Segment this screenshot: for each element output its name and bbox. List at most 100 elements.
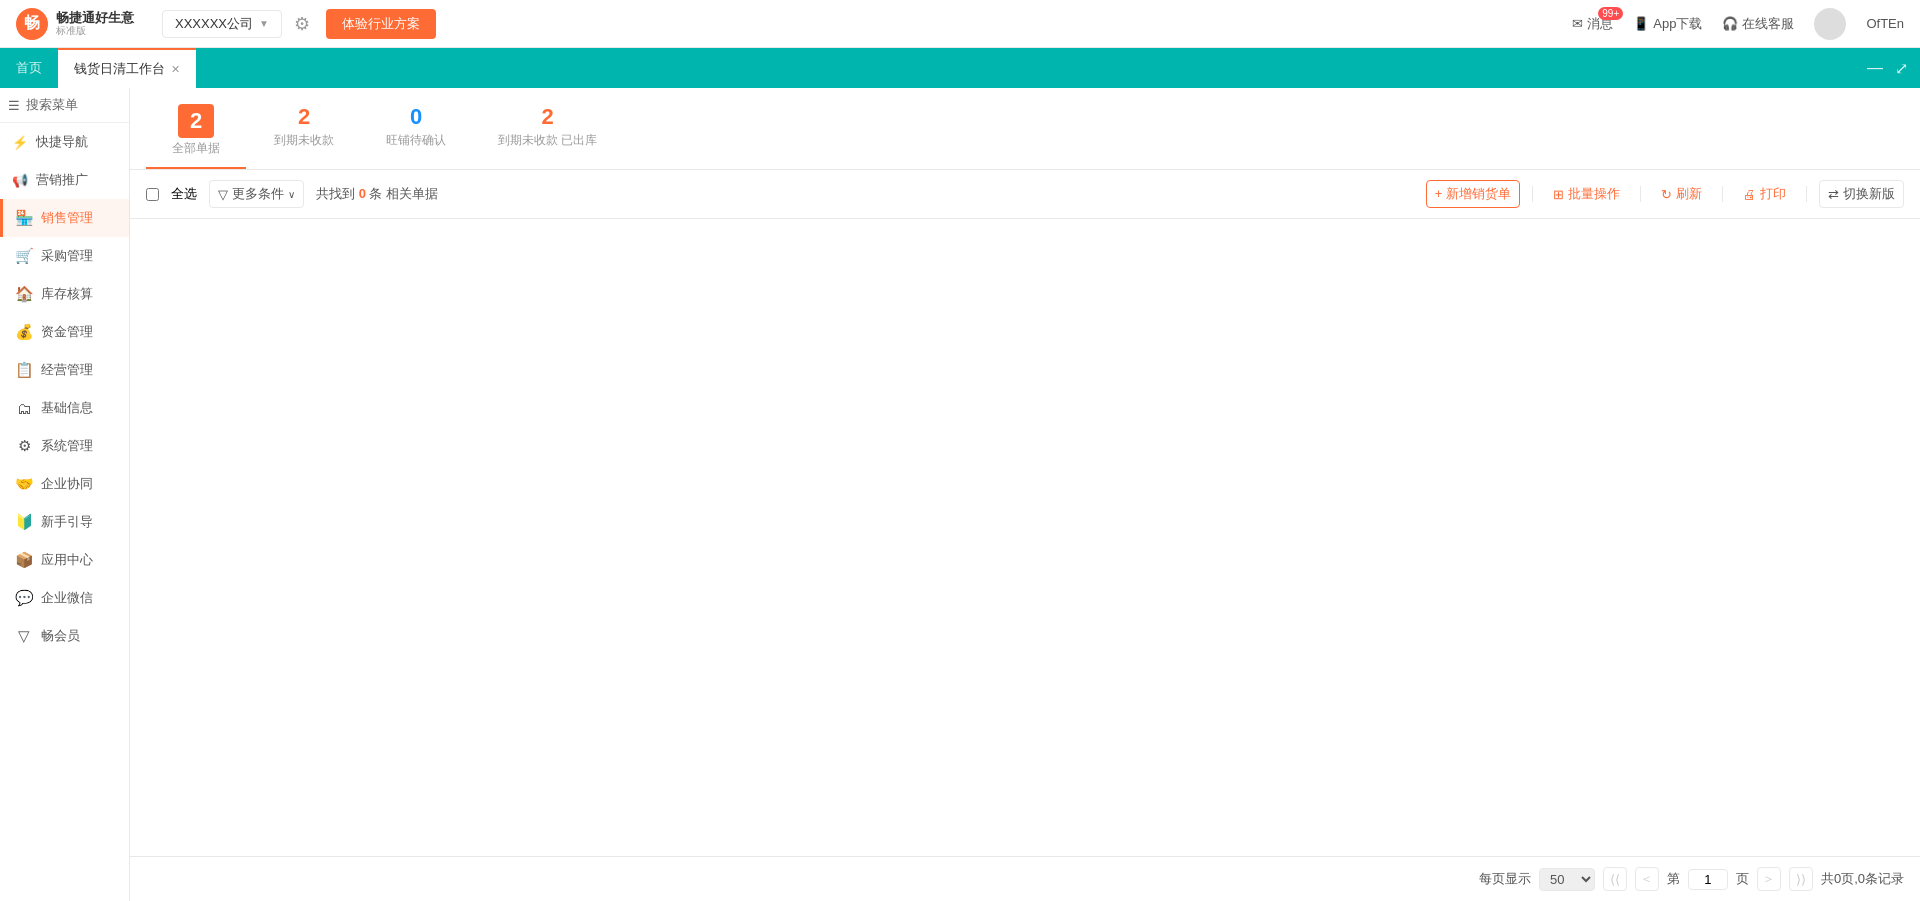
member-icon: ▽ (15, 627, 33, 645)
top-header: 畅 畅捷通好生意 标准版 XXXXXX公司 ▼ ⚙ 体验行业方案 ✉ 消息 99… (0, 0, 1920, 48)
sidebar-item-operation[interactable]: 📋 经营管理 (0, 351, 129, 389)
found-count: 0 (359, 186, 366, 201)
finance-icon: 💰 (15, 323, 33, 341)
switch-version-button[interactable]: ⇄ 切换新版 (1819, 180, 1904, 208)
service-label: 在线客服 (1742, 15, 1794, 33)
stat-number-overdue-out: 2 (542, 104, 554, 130)
toolbar: 全选 ▽ 更多条件 ∨ 共找到 0 条 相关单据 + 新增销货单 ⊞ 批量操作 (130, 170, 1920, 219)
last-page-button[interactable]: ⟩⟩ (1789, 867, 1813, 891)
toolbar-right: + 新增销货单 ⊞ 批量操作 ↻ 刷新 🖨 打印 (1426, 180, 1904, 208)
message-icon: ✉ (1572, 16, 1583, 31)
trial-button[interactable]: 体验行业方案 (326, 9, 436, 39)
tab-home[interactable]: 首页 (0, 48, 58, 88)
filter-icon: ▽ (218, 187, 228, 202)
page-label: 第 (1667, 870, 1680, 888)
stat-number-overdue: 2 (298, 104, 310, 130)
stat-number-all: 2 (190, 108, 202, 133)
stat-tab-all[interactable]: 2 全部单据 (146, 96, 246, 169)
user-name: OfTEn (1866, 16, 1904, 31)
table-area (130, 219, 1920, 856)
filter-arrow-icon: ∨ (288, 189, 295, 200)
search-icon: ☰ (8, 98, 20, 113)
found-text: 共找到 0 条 相关单据 (316, 185, 438, 203)
message-badge: 99+ (1598, 7, 1623, 20)
company-selector[interactable]: XXXXXX公司 ▼ (162, 10, 282, 38)
app-download-btn[interactable]: 📱 App下载 (1633, 15, 1702, 33)
logo-icon: 畅 (16, 8, 48, 40)
page-suffix: 页 (1736, 870, 1749, 888)
divider3 (1722, 186, 1723, 202)
tab-work-station[interactable]: 钱货日清工作台 ✕ (58, 48, 196, 88)
tab-bar: 首页 钱货日清工作台 ✕ — ⤢ (0, 48, 1920, 88)
logo-main: 畅捷通好生意 (56, 10, 134, 26)
search-menu-btn[interactable]: ☰ 搜索菜单 (0, 88, 129, 123)
refresh-icon: ↻ (1661, 187, 1672, 202)
basic-icon: 🗂 (15, 400, 33, 417)
divider4 (1806, 186, 1807, 202)
select-all-checkbox[interactable] (146, 188, 159, 201)
sidebar-item-sales[interactable]: 🏪 销售管理 (0, 199, 129, 237)
guide-icon: 🔰 (15, 513, 33, 531)
sidebar-item-member[interactable]: ▽ 畅会员 (0, 617, 129, 655)
sidebar-item-quick-nav[interactable]: ⚡ 快捷导航 (0, 123, 129, 161)
first-page-button[interactable]: ⟨⟨ (1603, 867, 1627, 891)
stat-number-pending: 0 (410, 104, 422, 130)
tab-controls: — ⤢ (1867, 59, 1920, 78)
refresh-button[interactable]: ↻ 刷新 (1653, 181, 1710, 207)
app-center-icon: 📦 (15, 551, 33, 569)
app-icon: 📱 (1633, 16, 1649, 31)
minimize-icon[interactable]: — (1867, 59, 1883, 77)
content-area: 2 全部单据 2 到期未收款 0 旺铺待确认 2 到期未收款 已出库 全选 ▽ (130, 88, 1920, 901)
stat-tab-pending[interactable]: 0 旺铺待确认 (362, 96, 470, 169)
print-icon: 🖨 (1743, 187, 1756, 202)
batch-icon: ⊞ (1553, 187, 1564, 202)
online-service-btn[interactable]: 🎧 在线客服 (1722, 15, 1794, 33)
pagination: 每页显示 50 10 20 100 ⟨⟨ ＜ 第 页 ＞ ⟩⟩ 共0页,0条记录 (130, 856, 1920, 901)
print-button[interactable]: 🖨 打印 (1735, 181, 1794, 207)
filter-button[interactable]: ▽ 更多条件 ∨ (209, 180, 304, 208)
batch-operation-button[interactable]: ⊞ 批量操作 (1545, 181, 1628, 207)
sidebar-item-system[interactable]: ⚙ 系统管理 (0, 427, 129, 465)
tab-close-icon[interactable]: ✕ (171, 63, 180, 76)
prev-page-button[interactable]: ＜ (1635, 867, 1659, 891)
maximize-icon[interactable]: ⤢ (1895, 59, 1908, 78)
header-right: ✉ 消息 99+ 📱 App下载 🎧 在线客服 OfTEn (1572, 8, 1904, 40)
stat-label-overdue: 到期未收款 (274, 132, 334, 149)
quick-nav-icon: ⚡ (12, 135, 28, 150)
operation-icon: 📋 (15, 361, 33, 379)
stat-label-overdue-out: 到期未收款 已出库 (498, 132, 597, 149)
purchase-icon: 🛒 (15, 247, 33, 265)
wechat-icon: 💬 (15, 589, 33, 607)
sales-icon: 🏪 (15, 209, 33, 227)
inventory-icon: 🏠 (15, 285, 33, 303)
page-size-select[interactable]: 50 10 20 100 (1539, 868, 1595, 891)
system-icon: ⚙ (15, 437, 33, 455)
page-number-input[interactable] (1688, 869, 1728, 890)
stat-label-pending: 旺铺待确认 (386, 132, 446, 149)
message-btn[interactable]: ✉ 消息 99+ (1572, 15, 1613, 33)
avatar[interactable] (1814, 8, 1846, 40)
sidebar-item-basic[interactable]: 🗂 基础信息 (0, 389, 129, 427)
sidebar-item-collab[interactable]: 🤝 企业协同 (0, 465, 129, 503)
add-sales-order-button[interactable]: + 新增销货单 (1426, 180, 1520, 208)
sidebar-item-finance[interactable]: 💰 资金管理 (0, 313, 129, 351)
stat-tab-overdue-out[interactable]: 2 到期未收款 已出库 (474, 96, 621, 169)
chevron-down-icon: ▼ (259, 18, 269, 29)
stat-tab-overdue[interactable]: 2 到期未收款 (250, 96, 358, 169)
sidebar-item-wechat[interactable]: 💬 企业微信 (0, 579, 129, 617)
service-icon: 🎧 (1722, 16, 1738, 31)
sidebar-item-marketing[interactable]: 📢 营销推广 (0, 161, 129, 199)
logo-area: 畅 畅捷通好生意 标准版 (16, 8, 146, 40)
settings-icon[interactable]: ⚙ (294, 13, 310, 35)
collab-icon: 🤝 (15, 475, 33, 493)
page-size-label: 每页显示 (1479, 870, 1531, 888)
sidebar-item-guide[interactable]: 🔰 新手引导 (0, 503, 129, 541)
select-all-label: 全选 (171, 185, 197, 203)
switch-icon: ⇄ (1828, 187, 1839, 202)
sidebar-item-inventory[interactable]: 🏠 库存核算 (0, 275, 129, 313)
total-records: 共0页,0条记录 (1821, 870, 1904, 888)
divider2 (1640, 186, 1641, 202)
next-page-button[interactable]: ＞ (1757, 867, 1781, 891)
sidebar-item-app-center[interactable]: 📦 应用中心 (0, 541, 129, 579)
sidebar-item-purchase[interactable]: 🛒 采购管理 (0, 237, 129, 275)
